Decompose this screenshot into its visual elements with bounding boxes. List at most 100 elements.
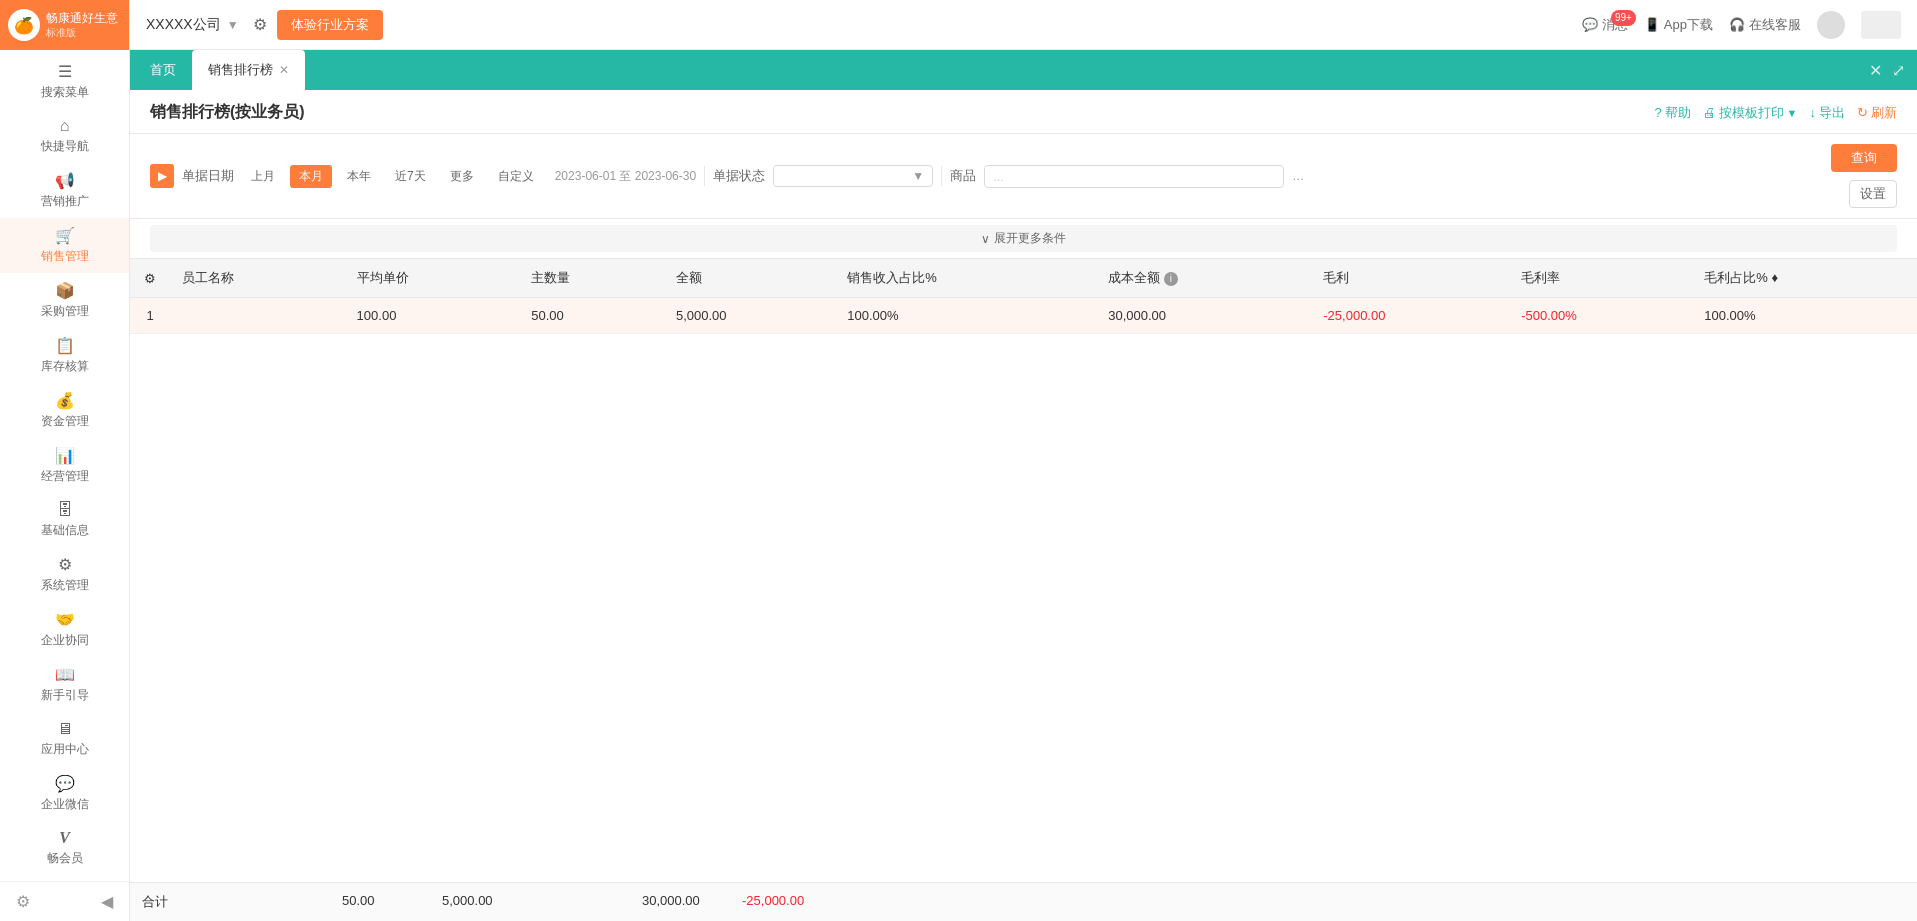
help-btn[interactable]: ? 帮助 (1654, 104, 1690, 122)
col-qty: 主数量 (519, 259, 664, 298)
date-option-current-month[interactable]: 本月 (290, 165, 332, 188)
maximize-icon[interactable]: ⤢ (1892, 61, 1905, 80)
topbar-settings-icon[interactable]: ⚙ (253, 15, 267, 34)
export-icon: ↓ (1810, 105, 1817, 120)
sidebar-collapse-icon[interactable]: ◀ (101, 892, 113, 911)
sidebar-item-enterprise[interactable]: 🤝 企业协同 (0, 602, 129, 657)
headset-icon: 🎧 (1729, 17, 1745, 32)
status-select[interactable]: ▼ (773, 165, 933, 187)
goods-input[interactable]: ... (984, 165, 1284, 188)
col-amount: 全额 (664, 259, 835, 298)
refresh-btn[interactable]: ↻ 刷新 (1857, 104, 1897, 122)
user-avatar[interactable] (1817, 11, 1845, 39)
help-icon: ? (1654, 105, 1661, 120)
app-center-icon: 🖥 (57, 720, 73, 738)
user-name-placeholder (1861, 11, 1901, 39)
close-window-icon[interactable]: ✕ (1869, 61, 1882, 80)
col-avg-price: 平均单价 (345, 259, 520, 298)
table-header-row: ⚙ 员工名称 平均单价 主数量 全额 销售收入占比% 成本全额 i 毛利 毛利率… (130, 259, 1917, 298)
footer-profit: -25,000.00 (742, 893, 822, 911)
sidebar-item-basic-info[interactable]: 🗄 基础信息 (0, 493, 129, 547)
tab-home-label: 首页 (150, 61, 176, 79)
sidebar-item-label: 资金管理 (41, 413, 89, 430)
footer-label: 合计 (142, 893, 222, 911)
sidebar-item-label: 搜索菜单 (41, 84, 89, 101)
sidebar-item-operations[interactable]: 📊 经营管理 (0, 438, 129, 493)
sidebar-item-inventory[interactable]: 📋 库存核算 (0, 328, 129, 383)
tab-home[interactable]: 首页 (134, 50, 192, 90)
cost-info-icon[interactable]: i (1164, 272, 1178, 286)
col-profit-rate: 毛利率 (1509, 259, 1692, 298)
sidebar-item-wechat[interactable]: 💬 企业微信 (0, 766, 129, 821)
expand-filters-btn[interactable]: ∨ 展开更多条件 (150, 225, 1897, 252)
refresh-icon: ↻ (1857, 105, 1868, 120)
logo-title: 畅康通好生意 (46, 10, 118, 27)
sidebar-item-search[interactable]: ☰ 搜索菜单 (0, 54, 129, 109)
sidebar-item-finance[interactable]: 💰 资金管理 (0, 383, 129, 438)
date-filter: 上月 本月 本年 近7天 更多 自定义 (242, 165, 543, 188)
tabbar-actions: ✕ ⤢ (1869, 61, 1917, 80)
online-service-btn[interactable]: 🎧 在线客服 (1729, 16, 1801, 34)
expand-filters-row: ∨ 展开更多条件 (130, 219, 1917, 259)
more-filters-btn[interactable]: … (1292, 169, 1304, 183)
trial-button[interactable]: 体验行业方案 (277, 10, 383, 40)
sidebar-item-quick-nav[interactable]: ⌂ 快捷导航 (0, 109, 129, 163)
date-range-display: 2023-06-01 至 2023-06-30 (555, 168, 696, 185)
sidebar-settings-icon[interactable]: ⚙ (16, 892, 30, 911)
sidebar-item-label: 企业微信 (41, 796, 89, 813)
main-area: XXXXX公司 ▼ ⚙ 体验行业方案 💬 消息 99+ 📱 App下载 🎧 在线… (130, 0, 1917, 921)
expand-label: 展开更多条件 (994, 230, 1066, 247)
filter-bar: ▶ 单据日期 上月 本月 本年 近7天 更多 自定义 2023-06-01 至 … (130, 134, 1917, 219)
cell-avg-price: 100.00 (345, 298, 520, 334)
topbar-right: 💬 消息 99+ 📱 App下载 🎧 在线客服 (1582, 11, 1901, 39)
service-label: 在线客服 (1749, 16, 1801, 34)
footer-spacer2 (542, 893, 622, 911)
sidebar-item-label: 系统管理 (41, 577, 89, 594)
sidebar-item-label: 库存核算 (41, 358, 89, 375)
table-footer: 合计 50.00 5,000.00 30,000.00 -25,000.00 (130, 882, 1917, 921)
app-download-btn[interactable]: 📱 App下载 (1644, 16, 1713, 34)
filter-toggle-btn[interactable]: ▶ (150, 164, 174, 188)
sidebar-item-sales[interactable]: 🛒 销售管理 (0, 218, 129, 273)
sidebar-item-guide[interactable]: 📖 新手引导 (0, 657, 129, 712)
sidebar-item-label: 采购管理 (41, 303, 89, 320)
page-title: 销售排行榜(按业务员) (150, 102, 305, 133)
sidebar-bottom: ⚙ ◀ (0, 881, 129, 921)
purchase-icon: 📦 (55, 281, 75, 300)
sidebar-item-label: 营销推广 (41, 193, 89, 210)
tab-close-icon[interactable]: ✕ (279, 63, 289, 77)
sidebar-item-purchase[interactable]: 📦 采购管理 (0, 273, 129, 328)
sidebar-item-label: 新手引导 (41, 687, 89, 704)
filter-settings-button[interactable]: 设置 (1849, 180, 1897, 208)
goods-input-placeholder: ... (993, 169, 1004, 184)
date-option-custom[interactable]: 自定义 (489, 165, 543, 188)
page-actions: ? 帮助 🖨 按模板打印 ▼ ↓ 导出 ↻ 刷新 (1654, 104, 1897, 132)
sidebar-item-marketing[interactable]: 📢 营销推广 (0, 163, 129, 218)
sidebar-item-app-center[interactable]: 🖥 应用中心 (0, 712, 129, 766)
date-option-current-year[interactable]: 本年 (338, 165, 380, 188)
col-settings[interactable]: ⚙ (130, 259, 170, 298)
date-option-prev-month[interactable]: 上月 (242, 165, 284, 188)
cell-profit-rate: -500.00% (1509, 298, 1692, 334)
status-select-arrow: ▼ (912, 169, 924, 183)
table-area: ⚙ 员工名称 平均单价 主数量 全额 销售收入占比% 成本全额 i 毛利 毛利率… (130, 259, 1917, 882)
date-option-7days[interactable]: 近7天 (386, 165, 435, 188)
company-selector[interactable]: XXXXX公司 ▼ (146, 16, 239, 34)
print-btn[interactable]: 🖨 按模板打印 ▼ (1703, 104, 1798, 122)
basic-info-icon: 🗄 (57, 501, 73, 519)
operations-icon: 📊 (55, 446, 75, 465)
cell-amount: 5,000.00 (664, 298, 835, 334)
sidebar-item-label: 快捷导航 (41, 138, 89, 155)
logo-subtitle: 标准版 (46, 26, 118, 40)
message-btn[interactable]: 💬 消息 99+ (1582, 16, 1628, 34)
sidebar: 🍊 畅康通好生意 标准版 ☰ 搜索菜单 ⌂ 快捷导航 📢 营销推广 🛒 销售管理… (0, 0, 130, 921)
query-button[interactable]: 查询 (1831, 144, 1897, 172)
col-profit: 毛利 (1311, 259, 1509, 298)
sidebar-logo: 🍊 畅康通好生意 标准版 (0, 0, 129, 50)
sidebar-item-system[interactable]: ⚙ 系统管理 (0, 547, 129, 602)
tab-sales-ranking[interactable]: 销售排行榜 ✕ (192, 50, 305, 90)
sidebar-item-vip[interactable]: V 畅会员 (0, 821, 129, 875)
col-cost: 成本全额 i (1096, 259, 1311, 298)
date-option-more[interactable]: 更多 (441, 165, 483, 188)
export-btn[interactable]: ↓ 导出 (1810, 104, 1846, 122)
